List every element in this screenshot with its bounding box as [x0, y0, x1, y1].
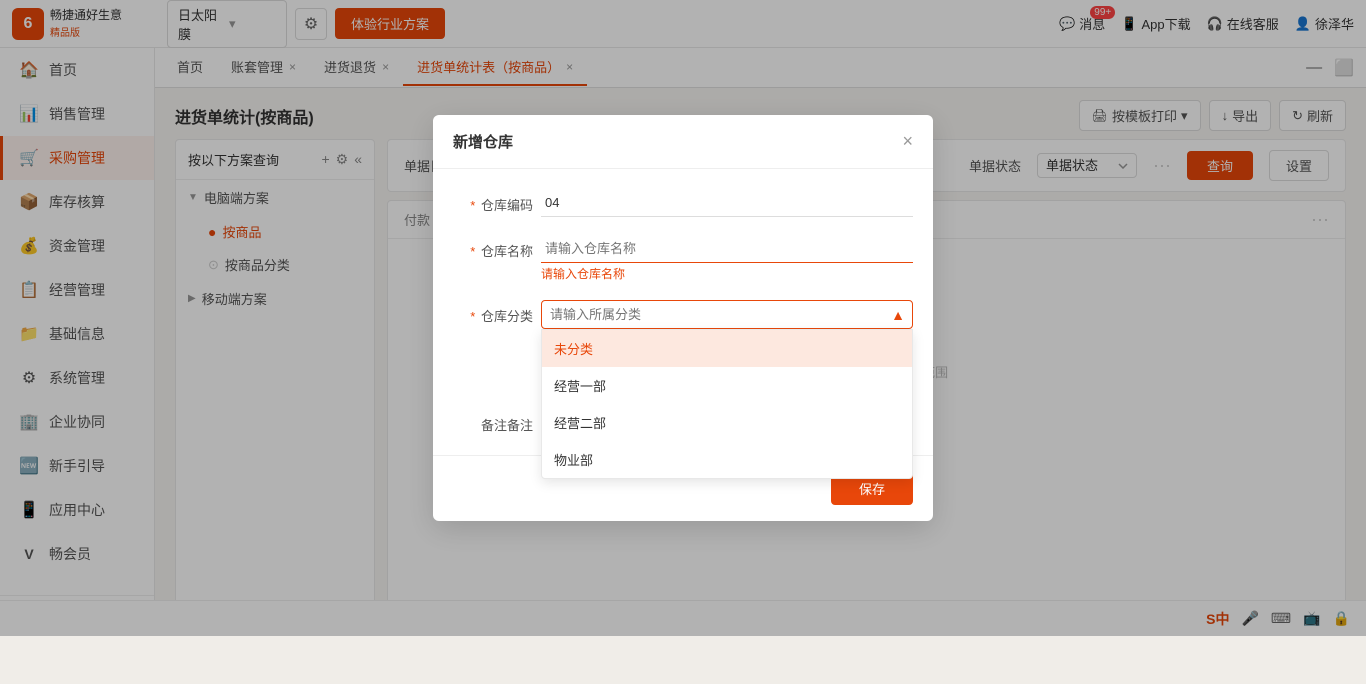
category-dropdown: 未分类 经营一部 经营二部 物业部: [541, 329, 913, 479]
modal-close-button[interactable]: ×: [902, 131, 913, 152]
category-input-wrap: ▲: [541, 300, 913, 329]
remark-label: 备注备注: [453, 409, 533, 434]
required-indicator-name: *: [470, 244, 475, 259]
category-input[interactable]: [541, 300, 913, 329]
name-field: 请输入仓库名称: [541, 235, 913, 282]
category-field: ▲ 未分类 经营一部 经营二部 物业部: [541, 300, 913, 329]
name-label: * 仓库名称: [453, 235, 533, 260]
category-option-dept3[interactable]: 物业部: [542, 441, 912, 478]
form-row-name: * 仓库名称 请输入仓库名称: [453, 235, 913, 282]
form-row-category: * 仓库分类 ▲ 未分类 经营一部 经营二部 物业部: [453, 300, 913, 329]
modal-body: * 仓库编码 * 仓库名称 请输入仓库名称: [433, 169, 933, 437]
code-label: * 仓库编码: [453, 189, 533, 214]
category-label: * 仓库分类: [453, 300, 533, 325]
modal-header: 新增仓库 ×: [433, 115, 933, 169]
category-option-none[interactable]: 未分类: [542, 330, 912, 367]
required-indicator-cat: *: [470, 309, 475, 324]
warehouse-name-input[interactable]: [541, 235, 913, 263]
modal-title: 新增仓库: [453, 131, 513, 152]
category-arrow-icon[interactable]: ▲: [891, 307, 905, 323]
new-warehouse-modal: 新增仓库 × * 仓库编码 * 仓库名称: [433, 115, 933, 521]
warehouse-code-input[interactable]: [541, 189, 913, 217]
name-error-message: 请输入仓库名称: [541, 265, 913, 282]
category-option-dept2[interactable]: 经营二部: [542, 404, 912, 441]
code-field: [541, 189, 913, 217]
category-option-dept1[interactable]: 经营一部: [542, 367, 912, 404]
form-row-code: * 仓库编码: [453, 189, 913, 217]
modal-overlay[interactable]: 新增仓库 × * 仓库编码 * 仓库名称: [0, 0, 1366, 636]
required-indicator: *: [470, 198, 475, 213]
